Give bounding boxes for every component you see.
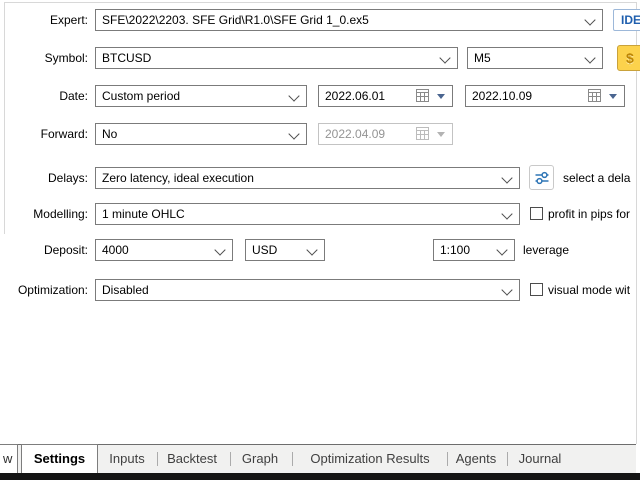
delays-label: Delays: — [47, 171, 88, 185]
panel-top-border — [4, 2, 636, 3]
expert-combobox[interactable]: SFE\2022\2203. SFE Grid\R1.0\SFE Grid 1_… — [95, 9, 603, 31]
forward-date-value: 2022.04.09 — [325, 127, 386, 141]
symbol-value: BTCUSD — [102, 51, 152, 65]
chevron-down-icon — [501, 208, 513, 220]
period-combobox[interactable]: M5 — [467, 47, 603, 69]
tab-partial-overview[interactable]: w — [0, 444, 18, 473]
calendar-icon — [416, 89, 429, 102]
deposit-currency-combobox[interactable]: USD — [245, 239, 325, 261]
profit-in-pips-checkbox[interactable] — [530, 207, 543, 220]
chevron-down-icon — [306, 244, 318, 256]
leverage-combobox[interactable]: 1:100 — [433, 239, 515, 261]
modelling-value: 1 minute OHLC — [102, 207, 185, 221]
tab-journal[interactable]: Journal — [519, 445, 562, 473]
deposit-currency-value: USD — [252, 243, 278, 257]
date-mode-combobox[interactable]: Custom period — [95, 85, 307, 107]
delays-hint-text: select a dela — [563, 171, 631, 185]
calendar-icon — [416, 127, 429, 140]
tab-agents[interactable]: Agents — [456, 445, 496, 473]
tab-optimization-results[interactable]: Optimization Results — [310, 445, 429, 473]
dropdown-arrow-icon — [437, 94, 445, 99]
delays-value: Zero latency, ideal execution — [102, 171, 254, 185]
chevron-down-icon — [501, 284, 513, 296]
profit-in-pips-label: profit in pips for — [548, 207, 631, 221]
deposit-amount-combobox[interactable]: 4000 — [95, 239, 233, 261]
tab-separator — [447, 452, 448, 466]
expert-label: Expert: — [49, 13, 88, 27]
chevron-down-icon — [214, 244, 226, 256]
tab-separator — [507, 452, 508, 466]
deposit-amount-value: 4000 — [102, 243, 129, 257]
delay-settings-button[interactable] — [529, 165, 554, 190]
modelling-label: Modelling: — [33, 207, 88, 221]
sliders-icon — [534, 170, 550, 189]
tab-separator — [292, 452, 293, 466]
ide-button-label: IDE — [621, 13, 640, 27]
symbol-combobox[interactable]: BTCUSD — [95, 47, 458, 69]
forward-mode-value: No — [102, 127, 118, 141]
optimization-value: Disabled — [102, 283, 149, 297]
leverage-label: leverage — [523, 243, 570, 257]
deposit-label: Deposit: — [43, 243, 88, 257]
chevron-down-icon — [584, 52, 596, 64]
tab-separator — [230, 452, 231, 466]
visual-mode-label: visual mode wit — [548, 283, 631, 297]
expert-value: SFE\2022\2203. SFE Grid\R1.0\SFE Grid 1_… — [102, 13, 369, 27]
chevron-down-icon — [501, 172, 513, 184]
calendar-icon — [588, 89, 601, 102]
date-to-value: 2022.10.09 — [472, 89, 533, 103]
optimization-label: Optimization: — [17, 283, 88, 297]
tab-inputs[interactable]: Inputs — [109, 445, 144, 473]
tab-separator — [157, 452, 158, 466]
symbol-properties-button[interactable]: $ — [617, 45, 640, 71]
date-to-picker[interactable]: 2022.10.09 — [465, 85, 625, 107]
dropdown-arrow-icon — [437, 132, 445, 137]
dropdown-arrow-icon — [609, 94, 617, 99]
leverage-value: 1:100 — [440, 243, 471, 257]
optimization-combobox[interactable]: Disabled — [95, 279, 520, 301]
tab-backtest[interactable]: Backtest — [167, 445, 217, 473]
symbol-label: Symbol: — [44, 51, 88, 65]
strategy-tester-settings-panel: Expert: SFE\2022\2203. SFE Grid\R1.0\SFE… — [0, 0, 640, 480]
tab-settings-label: Settings — [33, 451, 86, 466]
chevron-down-icon — [288, 128, 300, 140]
chevron-down-icon — [496, 244, 508, 256]
forward-label: Forward: — [40, 127, 88, 141]
delays-combobox[interactable]: Zero latency, ideal execution — [95, 167, 520, 189]
tab-partial-label: w — [3, 451, 13, 466]
chevron-down-icon — [288, 90, 300, 102]
chevron-down-icon — [439, 52, 451, 64]
forward-date-picker: 2022.04.09 — [318, 123, 453, 145]
period-value: M5 — [474, 51, 491, 65]
panel-left-border — [4, 2, 5, 234]
date-mode-value: Custom period — [102, 89, 181, 103]
tab-settings[interactable]: Settings — [21, 444, 98, 473]
date-from-picker[interactable]: 2022.06.01 — [318, 85, 453, 107]
date-from-value: 2022.06.01 — [325, 89, 386, 103]
window-bottom-edge — [0, 473, 640, 480]
forward-mode-combobox[interactable]: No — [95, 123, 307, 145]
chevron-down-icon — [584, 14, 596, 26]
tab-graph[interactable]: Graph — [242, 445, 278, 473]
modelling-combobox[interactable]: 1 minute OHLC — [95, 203, 520, 225]
dollar-icon: $ — [626, 50, 634, 66]
ide-button[interactable]: IDE — [613, 9, 640, 31]
tester-tab-bar: w Settings Inputs Backtest Graph Optimiz… — [0, 444, 636, 473]
date-label: Date: — [59, 89, 88, 103]
visual-mode-checkbox[interactable] — [530, 283, 543, 296]
